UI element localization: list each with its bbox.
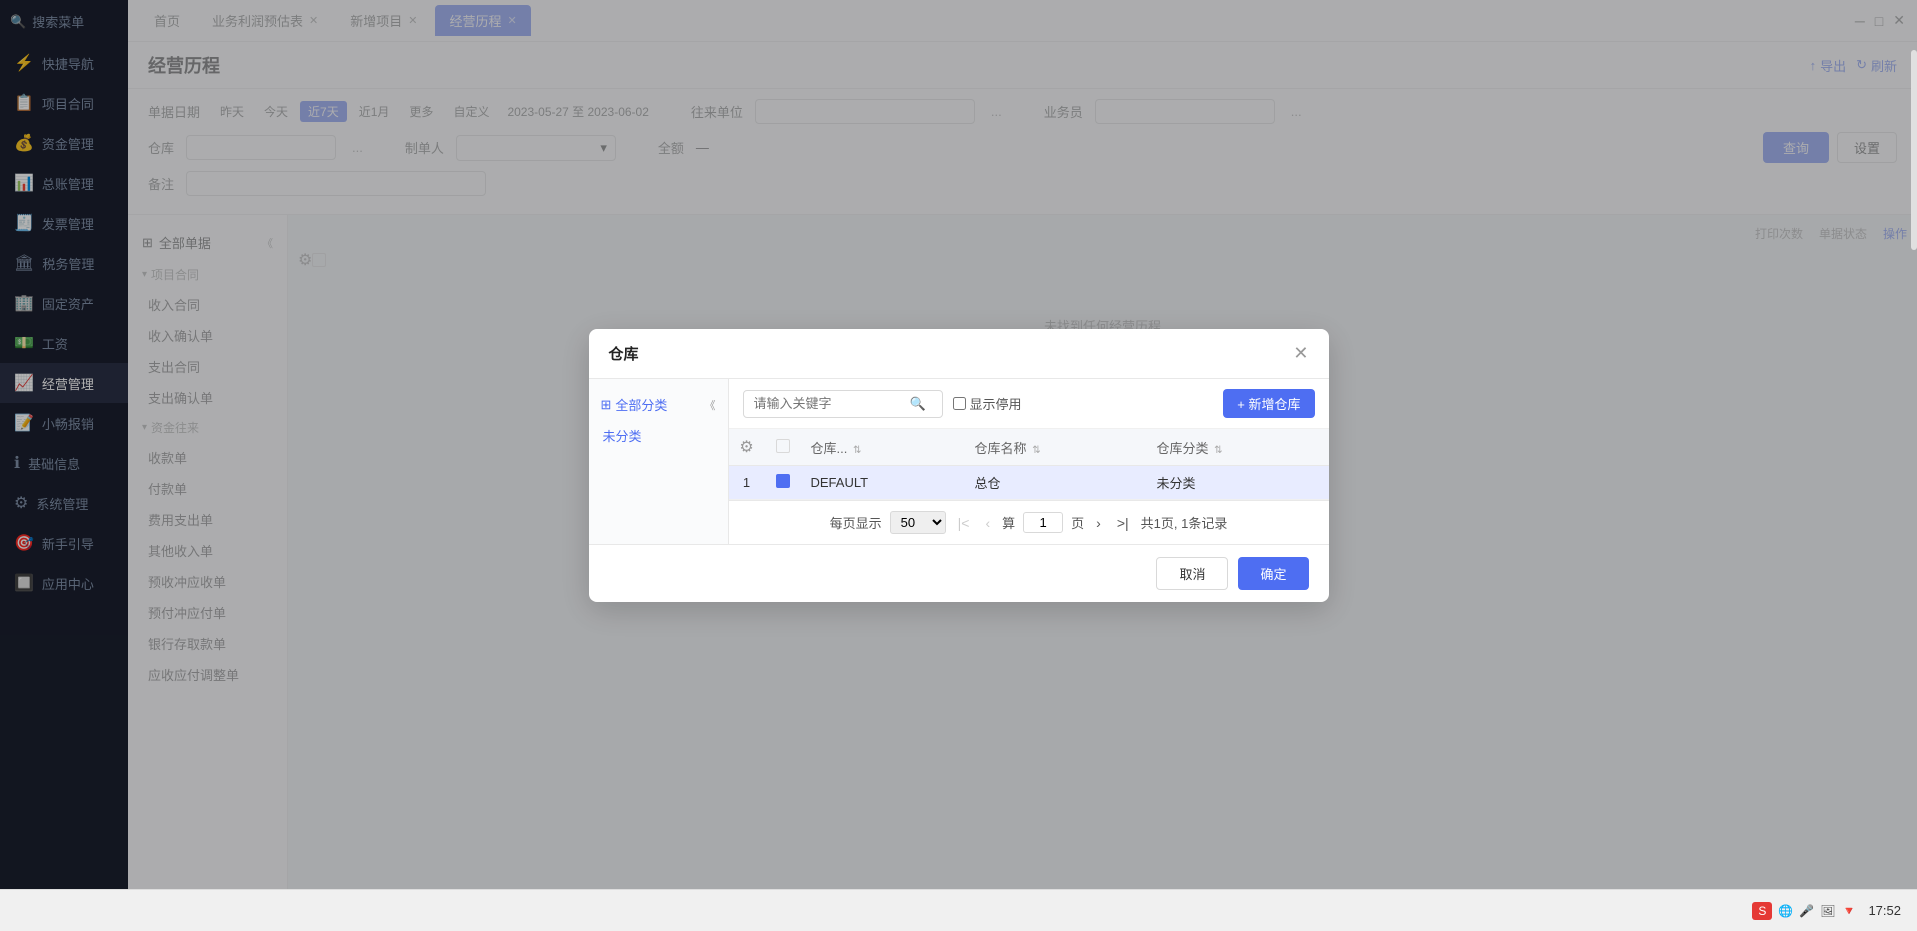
modal-header: 仓库 ✕ (589, 329, 1329, 379)
modal-total-label: 共1页, 1条记录 (1141, 513, 1228, 532)
table-row[interactable]: 1 DEFAULT 总仓 未分类 (729, 466, 1329, 500)
row-select-checkbox[interactable] (776, 474, 790, 488)
taskbar-icons: S 🌐 🎤 🖼 🔻 (1752, 902, 1856, 920)
modal-last-page-btn[interactable]: >| (1113, 515, 1133, 531)
modal-footer: 取消 确定 (589, 544, 1329, 602)
modal-page-input[interactable] (1023, 512, 1063, 533)
taskbar: S 🌐 🎤 🖼 🔻 17:52 (0, 889, 1917, 931)
col-warehouse-name: 仓库名称 ⇅ (965, 429, 1147, 466)
modal-collapse-icon[interactable]: 《 (705, 397, 716, 413)
modal-next-page-btn[interactable]: › (1092, 515, 1105, 531)
modal-page-label: 算 (1002, 513, 1015, 532)
taskbar-icon-2: 🎤 (1799, 904, 1814, 918)
col-warehouse-code: 仓库... ⇅ (801, 429, 965, 466)
sort-name-icon[interactable]: ⇅ (1032, 445, 1040, 456)
row-num: 1 (729, 466, 765, 500)
row-checkbox[interactable] (765, 466, 801, 500)
taskbar-icon-4: 🔻 (1842, 904, 1857, 918)
modal-left-panel: ⊞ 全部分类 《 未分类 (589, 379, 729, 544)
select-all-checkbox[interactable] (776, 439, 790, 453)
warehouse-modal: 仓库 ✕ ⊞ 全部分类 《 未分类 (589, 329, 1329, 602)
modal-all-categories[interactable]: ⊞ 全部分类 《 (589, 389, 728, 420)
grid-icon-modal: ⊞ (601, 397, 612, 413)
modal-overlay: 仓库 ✕ ⊞ 全部分类 《 未分类 (0, 0, 1917, 931)
modal-table: ⚙ 仓库... ⇅ 仓库名称 (729, 429, 1329, 500)
show-disabled-checkbox[interactable] (953, 397, 966, 410)
col-settings-btn[interactable]: ⚙ (739, 437, 753, 457)
taskbar-logo: S (1752, 902, 1772, 920)
modal-search-box[interactable]: 🔍 (743, 390, 943, 418)
modal-prev-page-btn[interactable]: ‹ (981, 515, 994, 531)
sort-category-icon[interactable]: ⇅ (1214, 445, 1222, 456)
col-warehouse-category: 仓库分类 ⇅ (1147, 429, 1329, 466)
modal-category-uncategorized[interactable]: 未分类 (589, 420, 728, 451)
row-code: DEFAULT (801, 466, 965, 500)
sort-code-icon[interactable]: ⇅ (853, 445, 861, 456)
show-disabled-label[interactable]: 显示停用 (953, 394, 1022, 413)
modal-per-page-label: 每页显示 (830, 513, 882, 532)
modal-per-page-select[interactable]: 50 100 (890, 511, 946, 534)
modal-close-button[interactable]: ✕ (1293, 343, 1308, 364)
modal-right-panel: 🔍 显示停用 + 新增仓库 ⚙ (729, 379, 1329, 544)
taskbar-icon-3: 🖼 (1820, 904, 1835, 918)
modal-first-page-btn[interactable]: |< (954, 515, 974, 531)
modal-pagination: 每页显示 50 100 |< ‹ 算 页 › >| 共1页, 1条记录 (729, 500, 1329, 544)
modal-search-input[interactable] (754, 396, 904, 411)
modal-toolbar: 🔍 显示停用 + 新增仓库 (729, 379, 1329, 429)
row-category: 未分类 (1147, 466, 1329, 500)
cancel-button[interactable]: 取消 (1156, 557, 1228, 590)
search-icon-modal: 🔍 (910, 396, 926, 412)
modal-title: 仓库 (609, 343, 639, 364)
taskbar-time: 17:52 (1868, 903, 1901, 918)
add-warehouse-button[interactable]: + 新增仓库 (1223, 389, 1314, 418)
confirm-button[interactable]: 确定 (1238, 557, 1308, 590)
modal-page-suffix: 页 (1071, 513, 1084, 532)
row-name: 总仓 (965, 466, 1147, 500)
modal-body: ⊞ 全部分类 《 未分类 🔍 (589, 379, 1329, 544)
taskbar-icon-1: 🌐 (1778, 904, 1793, 918)
col-settings: ⚙ (729, 429, 765, 466)
col-checkbox (765, 429, 801, 466)
